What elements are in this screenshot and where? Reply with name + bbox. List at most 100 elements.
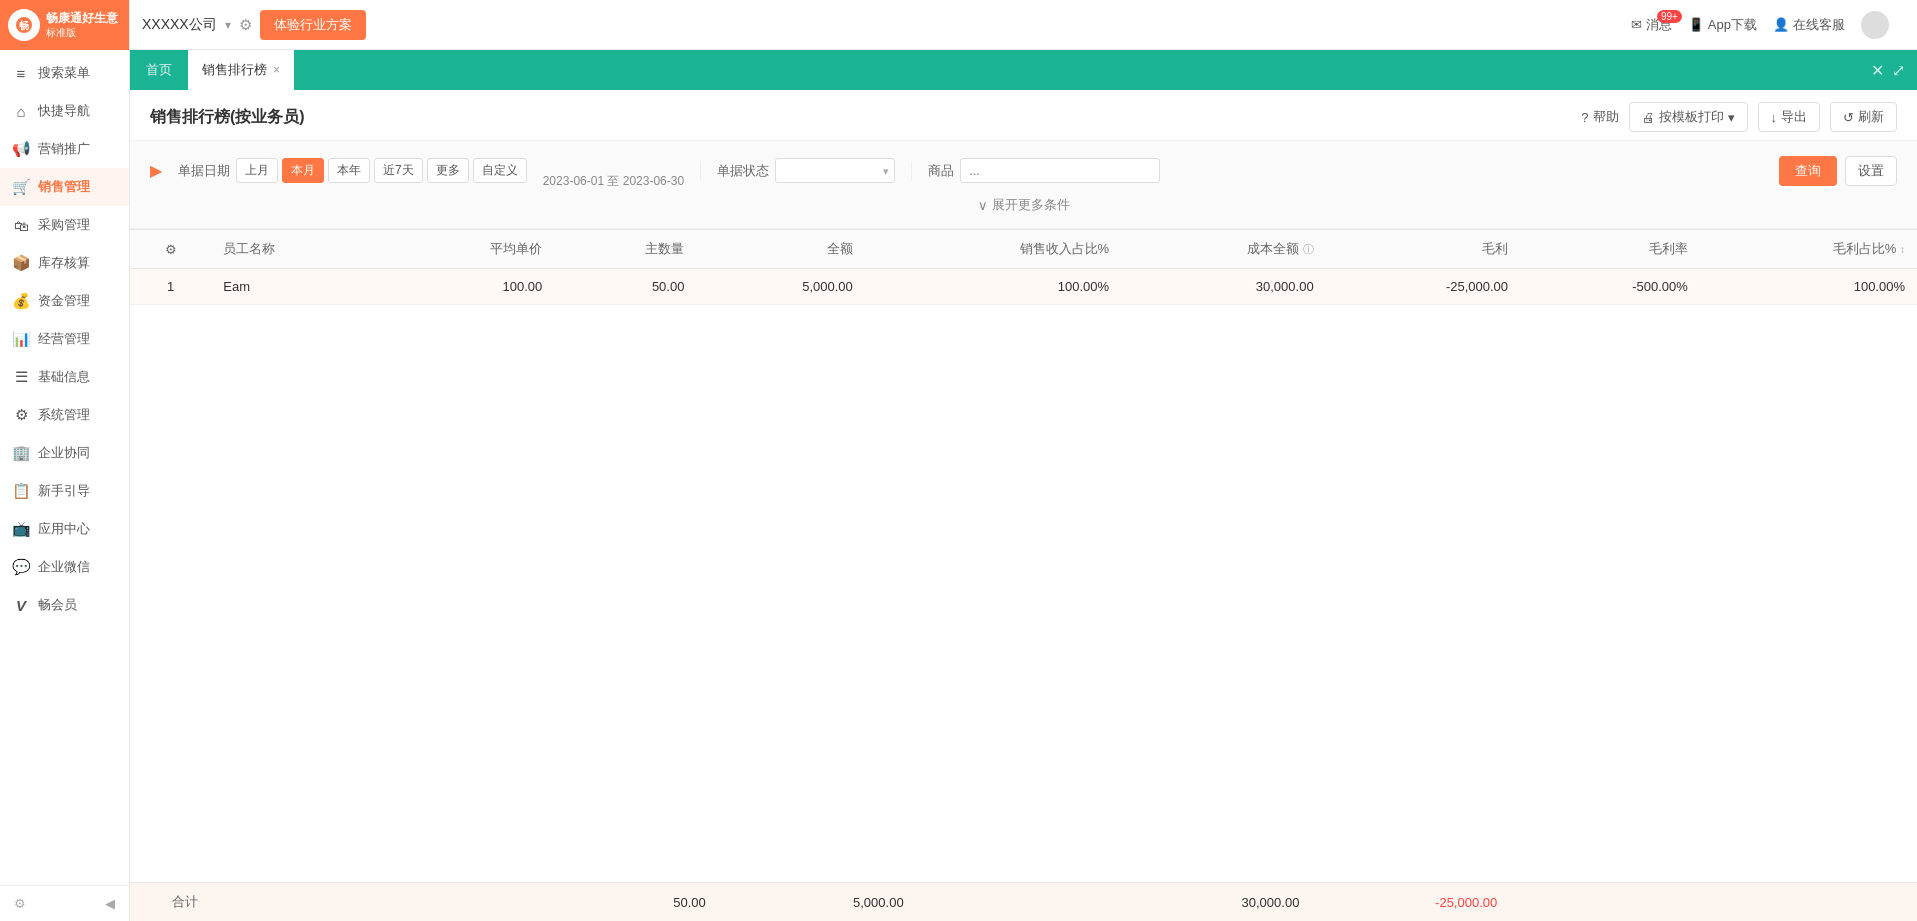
message-badge: 99+ (1657, 10, 1682, 23)
page-title: 销售排行榜(按业务员) (150, 107, 305, 128)
date-btn-prev-month[interactable]: 上月 (236, 158, 278, 183)
export-button[interactable]: ↓ 导出 (1758, 102, 1821, 132)
col-sales-pct: 销售收入占比% (865, 230, 1121, 269)
sidebar-item-member[interactable]: V 畅会员 (0, 586, 129, 624)
tab-active-label: 销售排行榜 (202, 61, 267, 79)
status-select[interactable] (775, 158, 895, 183)
table-row: 1 Eam 100.00 50.00 5,000.00 100.00% 30,0… (130, 269, 1917, 305)
sidebar-item-finance[interactable]: 💰 资金管理 (0, 282, 129, 320)
tab-home-label: 首页 (146, 61, 172, 79)
date-btn-7days[interactable]: 近7天 (374, 158, 423, 183)
tab-maximize-icon[interactable]: ⤢ (1892, 61, 1905, 80)
refresh-button[interactable]: ↺ 刷新 (1830, 102, 1897, 132)
finance-icon: 💰 (12, 292, 30, 310)
avatar[interactable] (1861, 11, 1889, 39)
footer-cell-rate (1509, 895, 1707, 910)
cell-rank: 1 (130, 269, 211, 305)
sidebar-item-label: 新手引导 (38, 482, 90, 500)
sidebar-collapse-icon[interactable]: ◀ (105, 896, 115, 911)
print-template-button[interactable]: 🖨 按模板打印 ▾ (1629, 102, 1748, 132)
service-icon: 👤 (1773, 17, 1789, 32)
page-content: 销售排行榜(按业务员) ? 帮助 🖨 按模板打印 ▾ ↓ 导出 ↺ 刷新 (130, 90, 1917, 921)
footer-label: 合计 (142, 893, 322, 911)
sidebar-item-sales[interactable]: 🛒 销售管理 (0, 168, 129, 206)
sidebar-bottom: ⚙ ◀ (0, 885, 129, 921)
filter-collapse-icon[interactable]: ▶ (150, 161, 162, 180)
cell-gross-rate: -500.00% (1520, 269, 1700, 305)
export-icon: ↓ (1771, 110, 1778, 125)
logo-icon: 畅 (8, 9, 40, 41)
footer-cell-pct (916, 895, 1114, 910)
expand-more-button[interactable]: ∨ 展开更多条件 (978, 196, 1070, 214)
sidebar-item-inventory[interactable]: 📦 库存核算 (0, 244, 129, 282)
print-icon: 🖨 (1642, 110, 1655, 125)
cell-avg-price: 100.00 (383, 269, 555, 305)
tab-close-icon[interactable]: × (273, 63, 280, 77)
cell-gross: -25,000.00 (1326, 269, 1520, 305)
col-gross-pct: 毛利占比% ↕ (1700, 230, 1917, 269)
footer-cell-qty: 50.00 (520, 895, 718, 910)
sidebar-item-label: 系统管理 (38, 406, 90, 424)
product-label: 商品 (928, 162, 954, 180)
enterprise-icon: 🏢 (12, 444, 30, 462)
newuser-icon: 📋 (12, 482, 30, 500)
sidebar-item-system[interactable]: ⚙ 系统管理 (0, 396, 129, 434)
inventory-icon: 📦 (12, 254, 30, 272)
col-cost: 成本全额 ⓘ (1121, 230, 1326, 269)
tab-close-window-icon[interactable]: ✕ (1871, 61, 1884, 80)
tab-right-actions: ✕ ⤢ (1871, 61, 1917, 80)
date-btn-custom[interactable]: 自定义 (473, 158, 527, 183)
sidebar-item-search[interactable]: ≡ 搜索菜单 (0, 54, 129, 92)
system-icon: ⚙ (12, 406, 30, 424)
date-btn-current-month[interactable]: 本月 (282, 158, 324, 183)
message-icon: ✉ (1631, 17, 1642, 32)
footer-cell-amount: 5,000.00 (718, 895, 916, 910)
page-actions: ? 帮助 🖨 按模板打印 ▾ ↓ 导出 ↺ 刷新 (1581, 102, 1897, 132)
company-name: XXXXX公司 (142, 16, 217, 34)
cell-amount: 5,000.00 (696, 269, 864, 305)
app-download-label: App下载 (1708, 16, 1757, 34)
svg-text:畅: 畅 (19, 20, 29, 31)
tab-home[interactable]: 首页 (130, 50, 188, 90)
status-label: 单据状态 (717, 162, 769, 180)
gross-pct-sort-icon[interactable]: ↕ (1900, 244, 1905, 255)
app-download-button[interactable]: 📱 App下载 (1688, 16, 1757, 34)
sidebar-item-basic[interactable]: ☰ 基础信息 (0, 358, 129, 396)
sidebar-item-quick-nav[interactable]: ⌂ 快捷导航 (0, 92, 129, 130)
sidebar-item-operation[interactable]: 📊 经营管理 (0, 320, 129, 358)
query-button[interactable]: 查询 (1779, 156, 1837, 186)
col-avg-price: 平均单价 (383, 230, 555, 269)
online-service-button[interactable]: 👤 在线客服 (1773, 16, 1845, 34)
sidebar-item-wechat[interactable]: 💬 企业微信 (0, 548, 129, 586)
footer-cell-avg (322, 895, 520, 910)
cost-info-icon[interactable]: ⓘ (1303, 243, 1314, 255)
sidebar-item-marketing[interactable]: 📢 营销推广 (0, 130, 129, 168)
company-settings-icon[interactable]: ⚙ (239, 16, 252, 34)
sales-icon: 🛒 (12, 178, 30, 196)
sidebar-item-newuser[interactable]: 📋 新手引导 (0, 472, 129, 510)
download-icon: 📱 (1688, 17, 1704, 32)
sidebar-item-purchase[interactable]: 🛍 采购管理 (0, 206, 129, 244)
sidebar-nav: ≡ 搜索菜单 ⌂ 快捷导航 📢 营销推广 🛒 销售管理 🛍 采购管理 📦 库存核… (0, 50, 129, 885)
date-btn-current-year[interactable]: 本年 (328, 158, 370, 183)
trial-button[interactable]: 体验行业方案 (260, 10, 366, 40)
tab-sales-rank[interactable]: 销售排行榜 × (188, 50, 294, 90)
col-gross-rate: 毛利率 (1520, 230, 1700, 269)
main-area: XXXXX公司 ▾ ⚙ 体验行业方案 ✉ 消息 99+ 📱 App下载 👤 在线… (130, 0, 1917, 921)
footer-cell-cost: 30,000.00 (1114, 895, 1312, 910)
sidebar-settings-icon[interactable]: ⚙ (14, 896, 26, 911)
sidebar-item-enterprise[interactable]: 🏢 企业协同 (0, 434, 129, 472)
sidebar-item-label: 快捷导航 (38, 102, 90, 120)
date-btn-more[interactable]: 更多 (427, 158, 469, 183)
message-button[interactable]: ✉ 消息 99+ (1631, 16, 1672, 34)
col-settings[interactable]: ⚙ (130, 230, 211, 269)
product-input[interactable] (960, 158, 1160, 183)
marketing-icon: 📢 (12, 140, 30, 158)
app-logo: 畅 畅康通好生意 标准版 (0, 0, 129, 50)
company-dropdown-arrow[interactable]: ▾ (225, 18, 231, 32)
sidebar-item-apps[interactable]: 📺 应用中心 (0, 510, 129, 548)
sidebar-item-label: 企业微信 (38, 558, 90, 576)
settings-button[interactable]: 设置 (1845, 156, 1897, 186)
table-area: ⚙ 员工名称 平均单价 主数量 全额 销售收入占比% 成本全额 ⓘ 毛利 毛利率… (130, 229, 1917, 882)
help-button[interactable]: ? 帮助 (1581, 108, 1618, 126)
